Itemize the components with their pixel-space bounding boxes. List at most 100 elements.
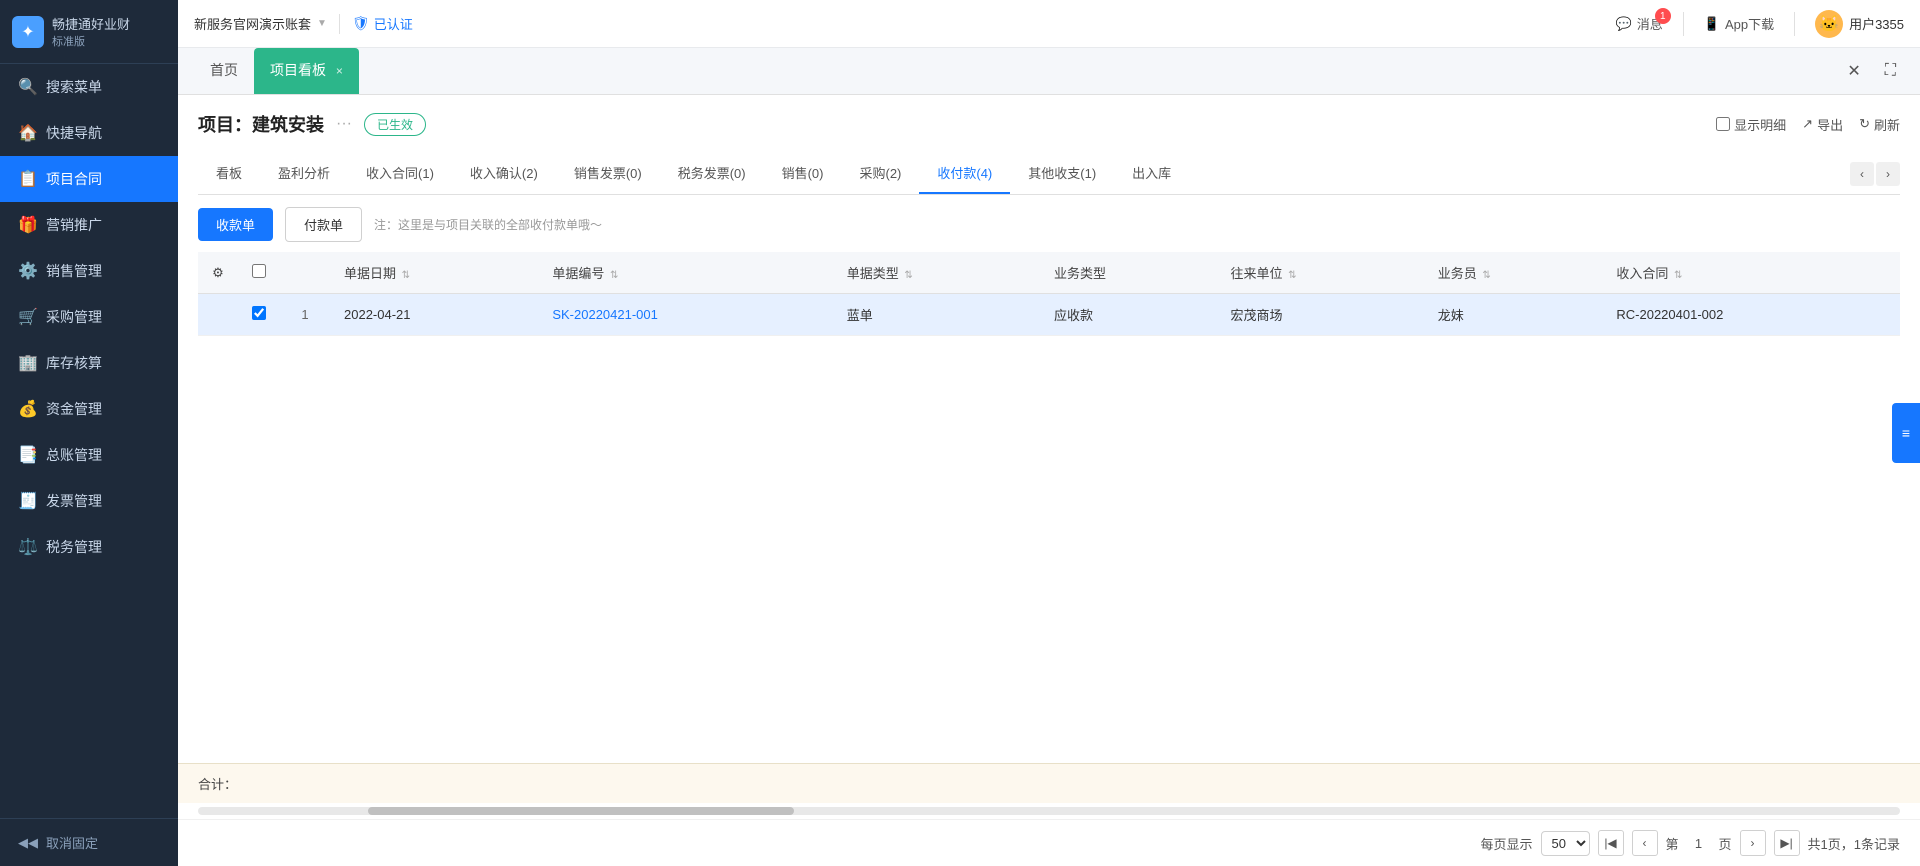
table-header-type[interactable]: 单据类型 ⇅: [833, 252, 1040, 294]
export-button[interactable]: ↗ 导出: [1802, 115, 1843, 134]
project-name: 建筑安装: [252, 115, 324, 135]
invoice-icon: 🧾: [18, 491, 36, 511]
horizontal-scrollbar[interactable]: [198, 807, 1900, 815]
tax-icon: ⚖️: [18, 537, 36, 557]
phone-icon: 📱: [1704, 16, 1720, 32]
topbar: 新服务官网演示账套 ▼ 🛡 已认证 💬 消息 1 📱 App下载 🐱 用户335…: [178, 0, 1920, 48]
row-number-link[interactable]: SK-20220421-001: [552, 307, 658, 322]
row-checkbox-cell[interactable]: [238, 294, 280, 336]
receipt-tab-button[interactable]: 收款单: [198, 208, 273, 241]
table-header-gear[interactable]: ⚙: [198, 252, 238, 294]
project-status-badge: 已生效: [364, 113, 426, 136]
export-label: 导出: [1817, 115, 1843, 134]
refresh-icon: ↻: [1859, 116, 1870, 132]
sub-tab-tax-invoice[interactable]: 税务发票(0): [660, 153, 764, 194]
show-detail-checkbox[interactable]: 显示明细: [1716, 115, 1786, 134]
sub-tab-kanban[interactable]: 看板: [198, 153, 260, 194]
sidebar-item-ledger[interactable]: 📑 总账管理: [0, 432, 178, 478]
sub-tab-purchase[interactable]: 采购(2): [841, 153, 919, 194]
first-page-button[interactable]: |◀: [1598, 830, 1624, 856]
sort-icon: ⇅: [1288, 270, 1296, 281]
refresh-label: 刷新: [1874, 115, 1900, 134]
sub-tab-income-confirm[interactable]: 收入确认(2): [452, 153, 556, 194]
payment-tab-button[interactable]: 付款单: [285, 207, 362, 242]
sub-tab-label: 收入合同(1): [366, 166, 434, 181]
scrollbar-thumb[interactable]: [368, 807, 794, 815]
row-number[interactable]: SK-20220421-001: [538, 294, 832, 336]
user-menu[interactable]: 🐱 用户3355: [1815, 10, 1904, 38]
app-download-label: App下载: [1725, 14, 1774, 33]
sidebar-item-invoice[interactable]: 🧾 发票管理: [0, 478, 178, 524]
sub-tab-sales-invoice[interactable]: 销售发票(0): [556, 153, 660, 194]
sidebar-scroll: 🔍 搜索菜单 🏠 快捷导航 📋 项目合同 🎁 营销推广 ⚙️ 销售管理 🛒 采购…: [0, 64, 178, 818]
next-page-button[interactable]: ›: [1740, 830, 1766, 856]
chevron-down-icon: ▼: [317, 18, 327, 29]
sort-icon: ⇅: [1674, 270, 1682, 281]
table-header-number[interactable]: 单据编号 ⇅: [538, 252, 832, 294]
sub-tabs-prev-button[interactable]: ‹: [1850, 162, 1874, 186]
page-suffix: 页: [1719, 834, 1732, 853]
sub-tab-label: 出入库: [1132, 166, 1171, 181]
message-button[interactable]: 💬 消息 1: [1616, 14, 1663, 33]
summary-label: 合计：: [198, 777, 237, 792]
tab-actions: ✕ ⛶: [1839, 57, 1904, 85]
cancel-fixed-button[interactable]: ◀◀ 取消固定: [0, 818, 178, 866]
refresh-button[interactable]: ↻ 刷新: [1859, 115, 1900, 134]
per-page-select[interactable]: 50: [1541, 831, 1590, 856]
select-all-checkbox[interactable]: [252, 264, 266, 278]
row-select-checkbox[interactable]: [252, 306, 266, 320]
tab-project-board[interactable]: 项目看板 ×: [254, 48, 359, 94]
project-title: 项目：建筑安装: [198, 111, 324, 137]
right-panel-toggle-button[interactable]: ≡: [1892, 403, 1920, 463]
sub-tabs-next-button[interactable]: ›: [1876, 162, 1900, 186]
gear-icon[interactable]: ⚙: [212, 265, 224, 280]
certified-label: 已认证: [374, 14, 413, 33]
sub-tab-label: 收付款(4): [937, 166, 992, 181]
scrollbar-area: [178, 803, 1920, 819]
sub-tab-income-contract[interactable]: 收入合同(1): [348, 153, 452, 194]
sidebar-item-quicknav[interactable]: 🏠 快捷导航: [0, 110, 178, 156]
last-page-button[interactable]: ▶|: [1774, 830, 1800, 856]
inventory-icon: 🏢: [18, 353, 36, 373]
project-menu-button[interactable]: ···: [336, 115, 352, 133]
sub-tab-receipt[interactable]: 收付款(4): [919, 153, 1010, 194]
table-header-partner[interactable]: 往来单位 ⇅: [1216, 252, 1423, 294]
sidebar-item-sales[interactable]: ⚙️ 销售管理: [0, 248, 178, 294]
sort-icon: ⇅: [904, 270, 912, 281]
gift-icon: 🎁: [18, 215, 36, 235]
sort-icon: ⇅: [610, 270, 618, 281]
tab-home[interactable]: 首页: [194, 48, 254, 94]
sub-tab-other-income[interactable]: 其他收支(1): [1010, 153, 1114, 194]
sidebar-item-finance[interactable]: 💰 资金管理: [0, 386, 178, 432]
table-header-date[interactable]: 单据日期 ⇅: [330, 252, 538, 294]
show-detail-input[interactable]: [1716, 117, 1730, 131]
close-window-button[interactable]: ✕: [1839, 57, 1868, 85]
app-download-button[interactable]: 📱 App下载: [1704, 14, 1774, 33]
row-biz-type: 应收款: [1040, 294, 1216, 336]
home-icon: 🏠: [18, 123, 36, 143]
contract-icon: 📋: [18, 169, 36, 189]
prev-page-button[interactable]: ‹: [1632, 830, 1658, 856]
table-row[interactable]: 1 2022-04-21 SK-20220421-001 蓝单 应收款 宏茂商场…: [198, 294, 1900, 336]
row-type: 蓝单: [833, 294, 1040, 336]
divider: [1683, 12, 1684, 36]
sidebar-item-label: 发票管理: [46, 491, 102, 511]
sub-tab-stock[interactable]: 出入库: [1114, 153, 1189, 194]
sidebar-item-contract[interactable]: 📋 项目合同: [0, 156, 178, 202]
sub-tab-profit[interactable]: 盈利分析: [260, 153, 348, 194]
row-date: 2022-04-21: [330, 294, 538, 336]
maximize-window-button[interactable]: ⛶: [1877, 57, 1904, 85]
sidebar-item-tax[interactable]: ⚖️ 税务管理: [0, 524, 178, 570]
sidebar-item-search[interactable]: 🔍 搜索菜单: [0, 64, 178, 110]
tab-close-icon[interactable]: ×: [336, 64, 343, 78]
sub-tab-sales[interactable]: 销售(0): [764, 153, 842, 194]
avatar: 🐱: [1815, 10, 1843, 38]
username-label: 用户3355: [1849, 14, 1904, 33]
sidebar-item-purchase[interactable]: 🛒 采购管理: [0, 294, 178, 340]
table-header-checkbox[interactable]: [238, 252, 280, 294]
sidebar-item-marketing[interactable]: 🎁 营销推广: [0, 202, 178, 248]
account-selector[interactable]: 新服务官网演示账套 ▼: [194, 14, 327, 33]
table-header-salesman[interactable]: 业务员 ⇅: [1424, 252, 1603, 294]
table-header-income-contract[interactable]: 收入合同 ⇅: [1602, 252, 1900, 294]
sidebar-item-inventory[interactable]: 🏢 库存核算: [0, 340, 178, 386]
